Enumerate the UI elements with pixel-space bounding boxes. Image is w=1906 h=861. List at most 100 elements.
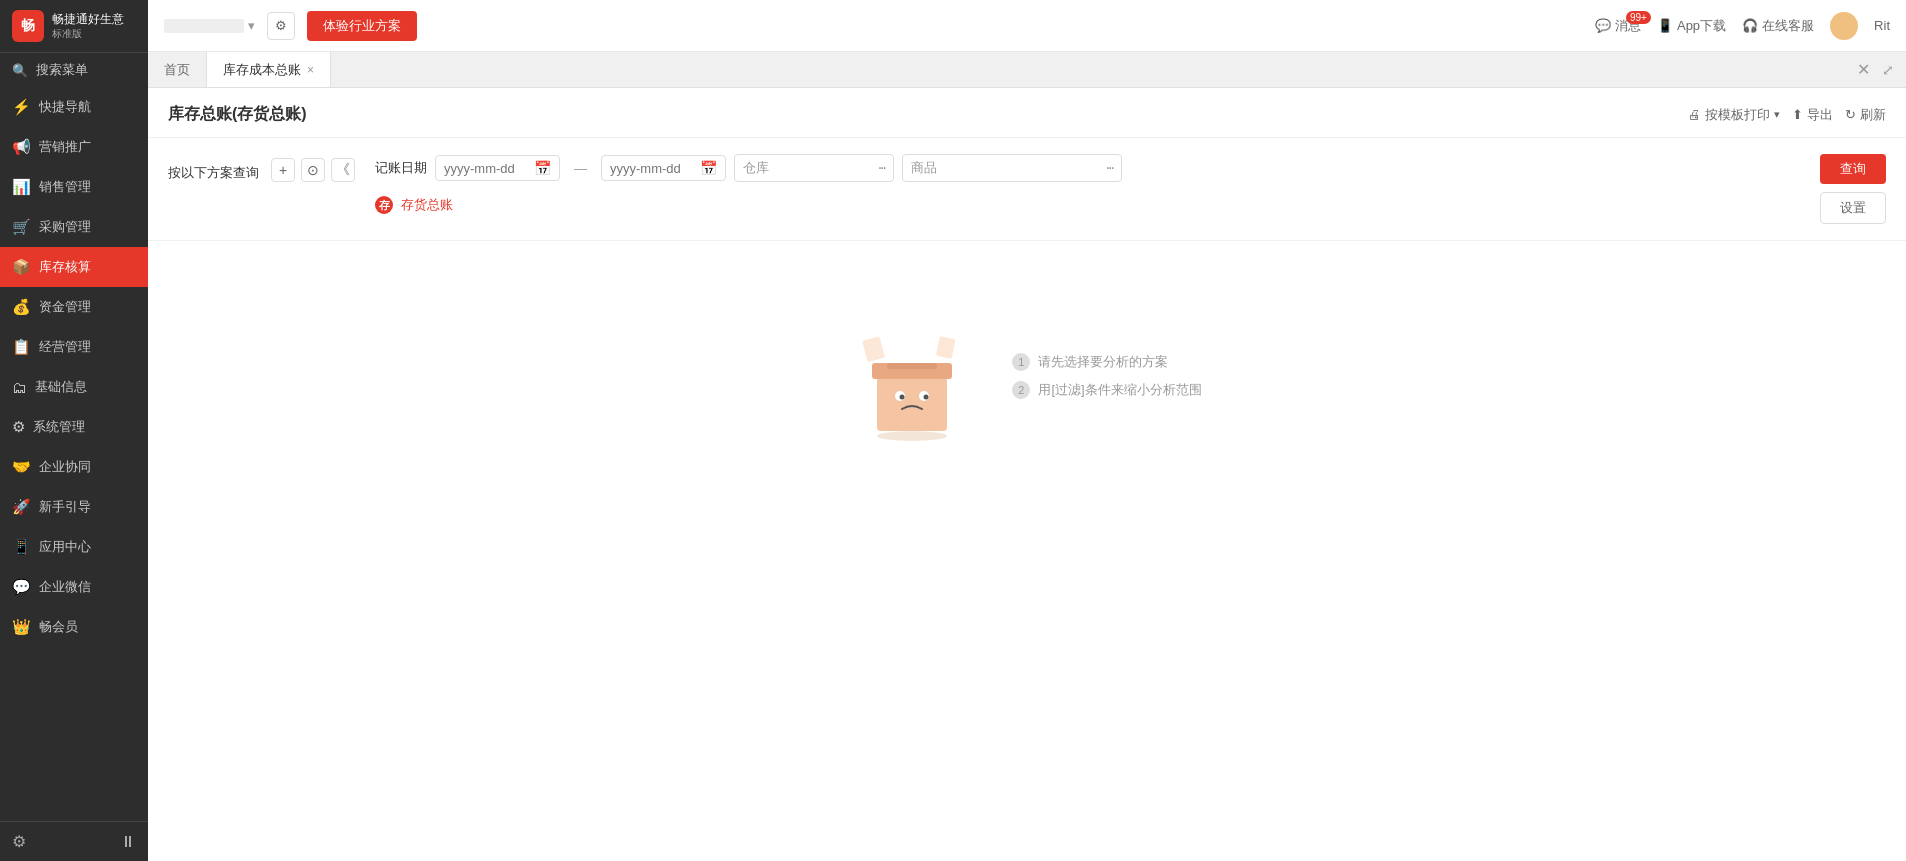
topbar-right: 💬 消息 99+ 📱 App下载 🎧 在线客服 Rit xyxy=(1595,12,1890,40)
sidebar-item-apps[interactable]: 📱 应用中心 xyxy=(0,527,148,567)
filter-collapse-button[interactable]: 《 xyxy=(331,158,355,182)
print-button[interactable]: 🖨 按模板打印 ▾ xyxy=(1688,106,1780,124)
settings-button[interactable]: 设置 xyxy=(1820,192,1886,224)
sound-icon[interactable]: ⏸ xyxy=(120,833,136,851)
scheme-icon: 存 xyxy=(375,196,393,214)
refresh-button[interactable]: ↻ 刷新 xyxy=(1845,106,1886,124)
filter-row: 记账日期 📅 — 📅 xyxy=(375,154,1808,182)
online-service-button[interactable]: 🎧 在线客服 xyxy=(1742,17,1814,35)
svg-point-5 xyxy=(900,395,905,400)
sidebar-item-label: 企业协同 xyxy=(39,458,91,476)
filter-icons: + ⊙ 《 xyxy=(271,158,355,182)
guide-icon: 🚀 xyxy=(12,498,31,516)
filter-add-button[interactable]: + xyxy=(271,158,295,182)
date-end-field[interactable] xyxy=(610,161,700,176)
date-end-input[interactable]: 📅 xyxy=(601,155,726,181)
headset-icon: 🎧 xyxy=(1742,18,1758,33)
corp-icon: 🤝 xyxy=(12,458,31,476)
date-start-field[interactable] xyxy=(444,161,534,176)
message-badge: 99+ xyxy=(1626,11,1651,24)
query-button[interactable]: 查询 xyxy=(1820,154,1886,184)
sidebar-item-marketing[interactable]: 📢 营销推广 xyxy=(0,127,148,167)
sidebar-item-label: 基础信息 xyxy=(35,378,87,396)
sidebar-item-corp[interactable]: 🤝 企业协同 xyxy=(0,447,148,487)
sidebar-item-inventory[interactable]: 📦 库存核算 xyxy=(0,247,148,287)
tabbar-close-button[interactable]: ✕ xyxy=(1849,60,1878,79)
product-select[interactable]: 商品 ··· xyxy=(902,154,1122,182)
quick-nav-icon: ⚡ xyxy=(12,98,31,116)
basic-icon: 🗂 xyxy=(12,379,27,396)
sidebar-item-sales[interactable]: 📊 销售管理 xyxy=(0,167,148,207)
scheme-item-label: 存货总账 xyxy=(401,196,453,214)
date-label: 记账日期 xyxy=(375,159,427,177)
sidebar-item-purchase[interactable]: 🛒 采购管理 xyxy=(0,207,148,247)
warehouse-select[interactable]: 仓库 ··· xyxy=(734,154,894,182)
tab-home[interactable]: 首页 xyxy=(148,52,207,87)
sidebar-nav: ⚡ 快捷导航 📢 营销推广 📊 销售管理 🛒 采购管理 📦 库存核算 💰 资金管… xyxy=(0,87,148,821)
gear-icon: ⚙ xyxy=(275,18,287,33)
sidebar-item-label: 快捷导航 xyxy=(39,98,91,116)
svg-point-6 xyxy=(924,395,929,400)
hint-item-1: 1 请先选择要分析的方案 xyxy=(1012,353,1201,371)
username-label[interactable]: Rit xyxy=(1874,18,1890,33)
sidebar-item-capital[interactable]: 💰 资金管理 xyxy=(0,287,148,327)
purchase-icon: 🛒 xyxy=(12,218,31,236)
phone-icon: 📱 xyxy=(1657,18,1673,33)
app-download-button[interactable]: 📱 App下载 xyxy=(1657,17,1726,35)
sidebar-item-business[interactable]: 📋 经营管理 xyxy=(0,327,148,367)
export-button[interactable]: ⬆ 导出 xyxy=(1792,106,1833,124)
inventory-icon: 📦 xyxy=(12,258,31,276)
avatar[interactable] xyxy=(1830,12,1858,40)
sidebar-item-label: 企业微信 xyxy=(39,578,91,596)
sidebar-item-guide[interactable]: 🚀 新手引导 xyxy=(0,487,148,527)
print-dropdown-icon[interactable]: ▾ xyxy=(1774,108,1780,121)
logo-icon: 畅 xyxy=(12,10,44,42)
calendar-start-icon[interactable]: 📅 xyxy=(534,160,551,176)
breadcrumb-arrow: ▾ xyxy=(248,18,255,33)
logo-title: 畅捷通好生意 xyxy=(52,11,124,28)
sidebar-item-system[interactable]: ⚙ 系统管理 xyxy=(0,407,148,447)
topbar-settings-btn[interactable]: ⚙ xyxy=(267,12,295,40)
search-icon: 🔍 xyxy=(12,63,28,78)
print-icon: 🖨 xyxy=(1688,107,1701,122)
sidebar-item-label: 畅会员 xyxy=(39,618,78,636)
empty-svg xyxy=(852,321,972,441)
tabbar-expand-button[interactable]: ⤢ xyxy=(1878,62,1898,78)
product-label: 商品 xyxy=(911,159,937,177)
tab-close-icon[interactable]: × xyxy=(307,63,314,77)
calendar-end-icon[interactable]: 📅 xyxy=(700,160,717,176)
hint-num-1: 1 xyxy=(1012,353,1030,371)
settings-icon[interactable]: ⚙ xyxy=(12,832,26,851)
sidebar-item-label: 新手引导 xyxy=(39,498,91,516)
sidebar-item-label: 库存核算 xyxy=(39,258,91,276)
empty-state: 1 请先选择要分析的方案 2 用[过滤]条件来缩小分析范围 xyxy=(148,241,1906,521)
warehouse-more-icon[interactable]: ··· xyxy=(878,159,885,177)
svg-rect-9 xyxy=(936,336,956,359)
wechat-icon: 💬 xyxy=(12,578,31,596)
svg-rect-0 xyxy=(877,376,947,431)
sidebar-item-quick-nav[interactable]: ⚡ 快捷导航 xyxy=(0,87,148,127)
home-tab-label: 首页 xyxy=(164,61,190,79)
product-more-icon[interactable]: ··· xyxy=(1106,159,1113,177)
export-icon: ⬆ xyxy=(1792,107,1803,122)
industry-solution-button[interactable]: 体验行业方案 xyxy=(307,11,417,41)
date-start-input[interactable]: 📅 xyxy=(435,155,560,181)
sidebar-search[interactable]: 🔍 搜索菜单 xyxy=(0,53,148,87)
filter-label: 按以下方案查询 xyxy=(168,158,259,182)
sidebar-item-basic[interactable]: 🗂 基础信息 xyxy=(0,367,148,407)
query-actions: 查询 设置 xyxy=(1808,154,1886,224)
breadcrumb-text xyxy=(164,19,244,33)
page-actions: 🖨 按模板打印 ▾ ⬆ 导出 ↻ 刷新 xyxy=(1688,106,1886,124)
topbar-left: ▾ ⚙ 体验行业方案 xyxy=(164,11,1595,41)
svg-rect-2 xyxy=(887,363,937,369)
message-button[interactable]: 💬 消息 99+ xyxy=(1595,17,1641,35)
message-icon: 💬 xyxy=(1595,18,1611,33)
sidebar-item-wechat[interactable]: 💬 企业微信 xyxy=(0,567,148,607)
sidebar-item-member[interactable]: 👑 畅会员 xyxy=(0,607,148,647)
tab-inventory-ledger[interactable]: 库存成本总账 × xyxy=(207,52,331,87)
marketing-icon: 📢 xyxy=(12,138,31,156)
topbar: ▾ ⚙ 体验行业方案 💬 消息 99+ 📱 App下载 🎧 在线客服 Rit xyxy=(148,0,1906,52)
scheme-item[interactable]: 存 存货总账 xyxy=(375,190,1808,220)
filter-settings-button[interactable]: ⊙ xyxy=(301,158,325,182)
capital-icon: 💰 xyxy=(12,298,31,316)
